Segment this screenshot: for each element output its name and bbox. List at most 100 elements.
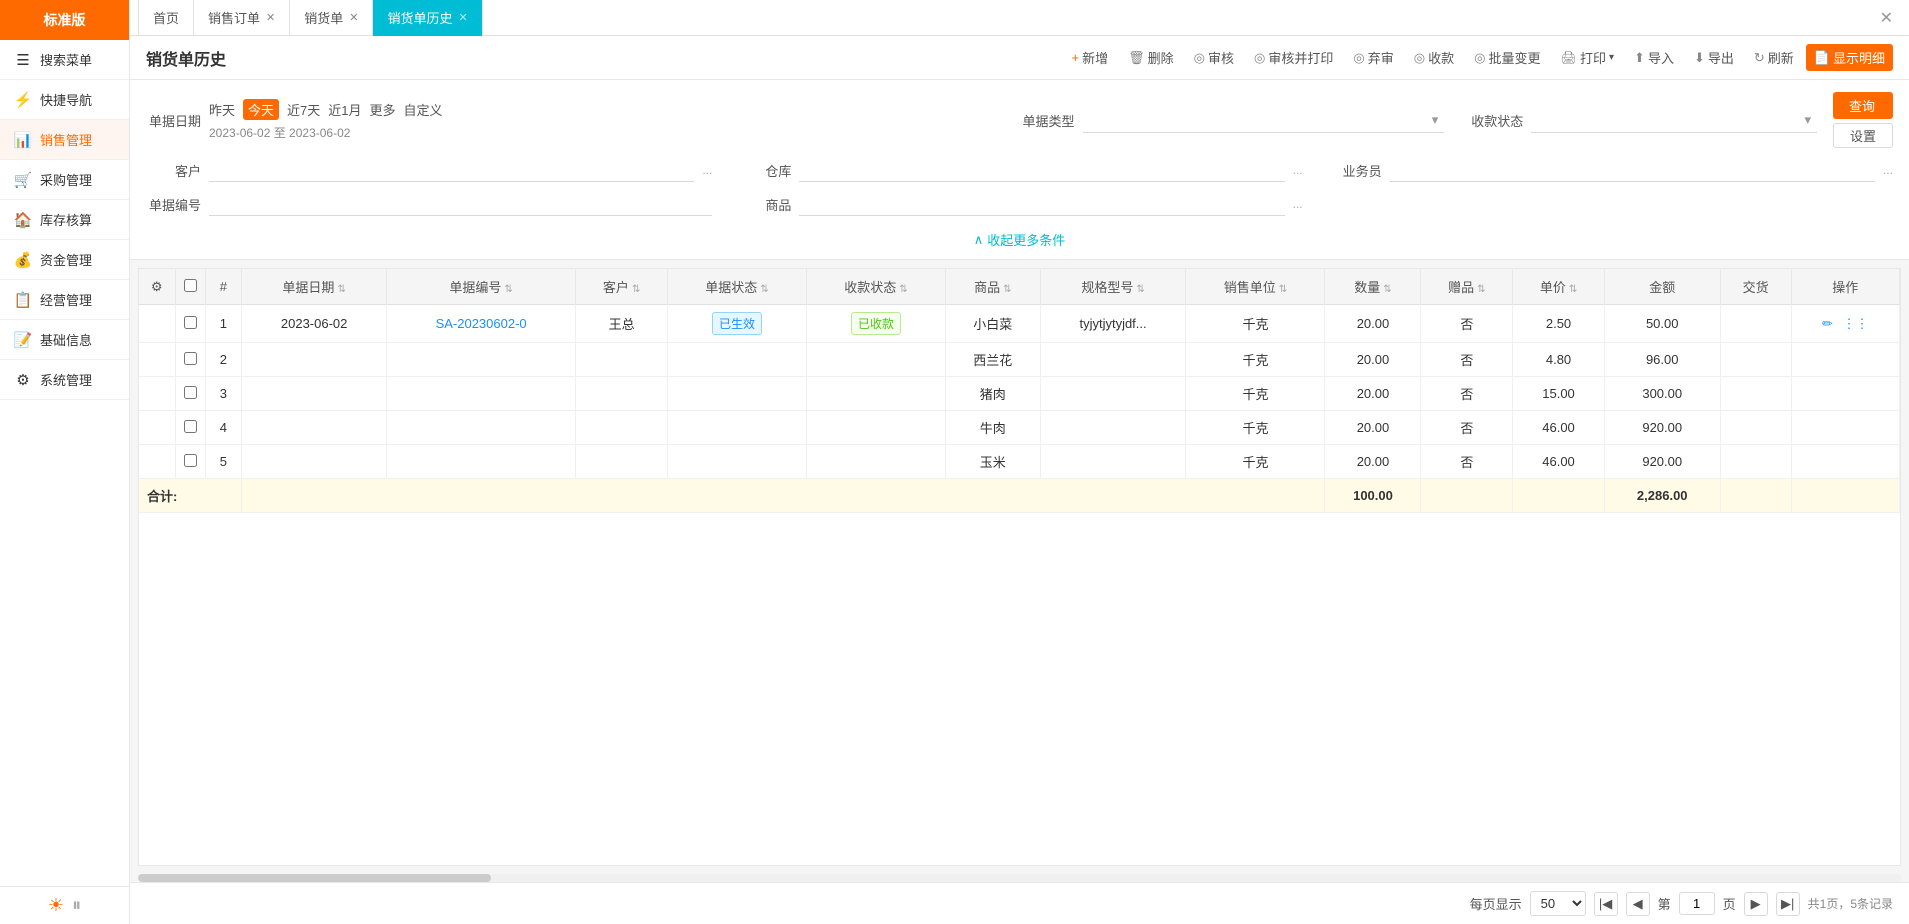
batch-change-button[interactable]: ◎ 批量变更: [1466, 44, 1548, 71]
th-doc-number[interactable]: 单据编号⇅: [386, 269, 575, 305]
shortcut-yesterday[interactable]: 昨天: [209, 100, 235, 119]
review-print-button[interactable]: ◎ 审核并打印: [1246, 44, 1341, 71]
goods-input[interactable]: [799, 192, 1284, 216]
more-action[interactable]: ⋮⋮: [1843, 316, 1869, 331]
table-scroll-bar[interactable]: [138, 874, 1901, 882]
sort-customer[interactable]: ⇅: [632, 284, 640, 295]
import-button[interactable]: ⬆ 导入: [1626, 44, 1682, 71]
sidebar-item-quick-nav[interactable]: ⚡ 快捷导航: [0, 80, 129, 120]
refresh-button[interactable]: ↻ 刷新: [1746, 44, 1802, 71]
td-check[interactable]: [175, 411, 205, 445]
customer-input[interactable]: [209, 158, 694, 182]
prev-page-button[interactable]: ◀: [1626, 892, 1650, 916]
sidebar-item-finance-mgmt[interactable]: 💰 资金管理: [0, 240, 129, 280]
settings-button[interactable]: 设置: [1833, 123, 1893, 148]
payment-status-select[interactable]: ▾: [1531, 108, 1817, 133]
sort-spec[interactable]: ⇅: [1136, 284, 1144, 295]
th-customer[interactable]: 客户⇅: [576, 269, 668, 305]
salesperson-dots[interactable]: ...: [1883, 163, 1893, 177]
sidebar-bottom-icon1[interactable]: ☀: [48, 895, 64, 916]
sort-doc-number[interactable]: ⇅: [504, 284, 512, 295]
salesperson-input[interactable]: [1390, 158, 1875, 182]
shortcut-today[interactable]: 今天: [243, 99, 279, 120]
sidebar-item-sys-mgmt[interactable]: ⚙ 系统管理: [0, 360, 129, 400]
sales-mgmt-icon: 📊: [14, 131, 32, 149]
warehouse-input[interactable]: [799, 158, 1284, 182]
th-unit-price[interactable]: 单价⇅: [1513, 269, 1605, 305]
sidebar-item-sales-mgmt[interactable]: 📊 销售管理: [0, 120, 129, 160]
tab-home[interactable]: 首页: [138, 0, 194, 36]
td-check[interactable]: [175, 343, 205, 377]
delete-button[interactable]: 🗑 删除: [1120, 44, 1182, 71]
sort-doc-date[interactable]: ⇅: [337, 284, 345, 295]
close-all-tabs[interactable]: ✕: [1872, 8, 1901, 28]
tab-sales-order[interactable]: 销售订单 ✕: [194, 0, 290, 36]
sort-quantity[interactable]: ⇅: [1383, 284, 1391, 295]
sort-goods[interactable]: ⇅: [1003, 284, 1011, 295]
doc-number-link[interactable]: SA-20230602-0: [436, 316, 527, 331]
td-check[interactable]: [175, 377, 205, 411]
sort-sales-unit[interactable]: ⇅: [1279, 284, 1287, 295]
shortcut-1month[interactable]: 近1月: [328, 100, 361, 119]
th-check[interactable]: [175, 269, 205, 305]
th-quantity[interactable]: 数量⇅: [1325, 269, 1421, 305]
goods-dots[interactable]: ...: [1293, 197, 1303, 211]
th-spec[interactable]: 规格型号⇅: [1040, 269, 1186, 305]
page-number-input[interactable]: [1679, 892, 1715, 915]
sidebar-item-basic-info[interactable]: 📝 基础信息: [0, 320, 129, 360]
tab-sales-order-label: 销售订单: [208, 8, 260, 27]
page-size-select[interactable]: 50 100: [1530, 891, 1586, 916]
query-button[interactable]: 查询: [1833, 92, 1893, 119]
sidebar-item-purchase-mgmt[interactable]: 🛒 采购管理: [0, 160, 129, 200]
add-button[interactable]: + 新增: [1064, 44, 1117, 71]
td-customer: [576, 445, 668, 479]
doc-number-input[interactable]: [209, 192, 712, 216]
th-amount: 金额: [1604, 269, 1720, 305]
print-button[interactable]: 🖨 打印 ▾: [1552, 44, 1622, 71]
shortcut-7days[interactable]: 近7天: [287, 100, 320, 119]
th-sales-unit[interactable]: 销售单位⇅: [1186, 269, 1325, 305]
next-page-button[interactable]: ▶: [1744, 892, 1768, 916]
edit-action[interactable]: ✏: [1822, 316, 1833, 331]
collapse-button[interactable]: ∧ 收起更多条件: [974, 230, 1066, 249]
tab-sales-order-close[interactable]: ✕: [266, 11, 275, 24]
th-goods[interactable]: 商品⇅: [945, 269, 1040, 305]
first-page-button[interactable]: |◀: [1594, 892, 1618, 916]
tab-sales-history[interactable]: 销货单历史 ✕: [373, 0, 482, 36]
row-checkbox[interactable]: [184, 352, 197, 365]
td-check[interactable]: [175, 305, 205, 343]
shortcut-more[interactable]: 更多: [370, 100, 396, 119]
sidebar-item-inventory-calc[interactable]: 🏠 库存核算: [0, 200, 129, 240]
select-all-checkbox[interactable]: [184, 279, 197, 292]
th-gift[interactable]: 赠品⇅: [1421, 269, 1513, 305]
sidebar-item-search-menu[interactable]: ☰ 搜索菜单: [0, 40, 129, 80]
sort-payment-status[interactable]: ⇅: [899, 284, 907, 295]
sidebar-bottom-icon2[interactable]: ⏸: [72, 895, 81, 916]
sort-gift[interactable]: ⇅: [1477, 284, 1485, 295]
show-detail-button[interactable]: 📄 显示明细: [1806, 44, 1893, 71]
tab-sales-delivery[interactable]: 销货单 ✕: [290, 0, 373, 36]
review-button[interactable]: ◎ 审核: [1186, 44, 1242, 71]
sidebar-item-ops-mgmt[interactable]: 📋 经营管理: [0, 280, 129, 320]
row-checkbox[interactable]: [184, 420, 197, 433]
th-doc-status[interactable]: 单据状态⇅: [667, 269, 806, 305]
th-doc-date[interactable]: 单据日期⇅: [242, 269, 387, 305]
doc-type-select[interactable]: ▾: [1083, 108, 1445, 133]
collect-button[interactable]: ◎ 收款: [1406, 44, 1462, 71]
tab-sales-delivery-close[interactable]: ✕: [349, 11, 358, 24]
export-button[interactable]: ⬇ 导出: [1686, 44, 1742, 71]
customer-dots[interactable]: ...: [702, 163, 712, 177]
tab-sales-history-close[interactable]: ✕: [459, 11, 468, 24]
th-payment-status[interactable]: 收款状态⇅: [806, 269, 945, 305]
row-checkbox[interactable]: [184, 316, 197, 329]
td-check[interactable]: [175, 445, 205, 479]
row-checkbox[interactable]: [184, 454, 197, 467]
sort-unit-price[interactable]: ⇅: [1569, 284, 1577, 295]
row-checkbox[interactable]: [184, 386, 197, 399]
warehouse-dots[interactable]: ...: [1293, 163, 1303, 177]
discard-button[interactable]: ◎ 弃审: [1345, 44, 1401, 71]
th-gear[interactable]: ⚙: [139, 269, 175, 305]
last-page-button[interactable]: ▶|: [1776, 892, 1800, 916]
sort-doc-status[interactable]: ⇅: [760, 284, 768, 295]
shortcut-custom[interactable]: 自定义: [404, 100, 443, 119]
